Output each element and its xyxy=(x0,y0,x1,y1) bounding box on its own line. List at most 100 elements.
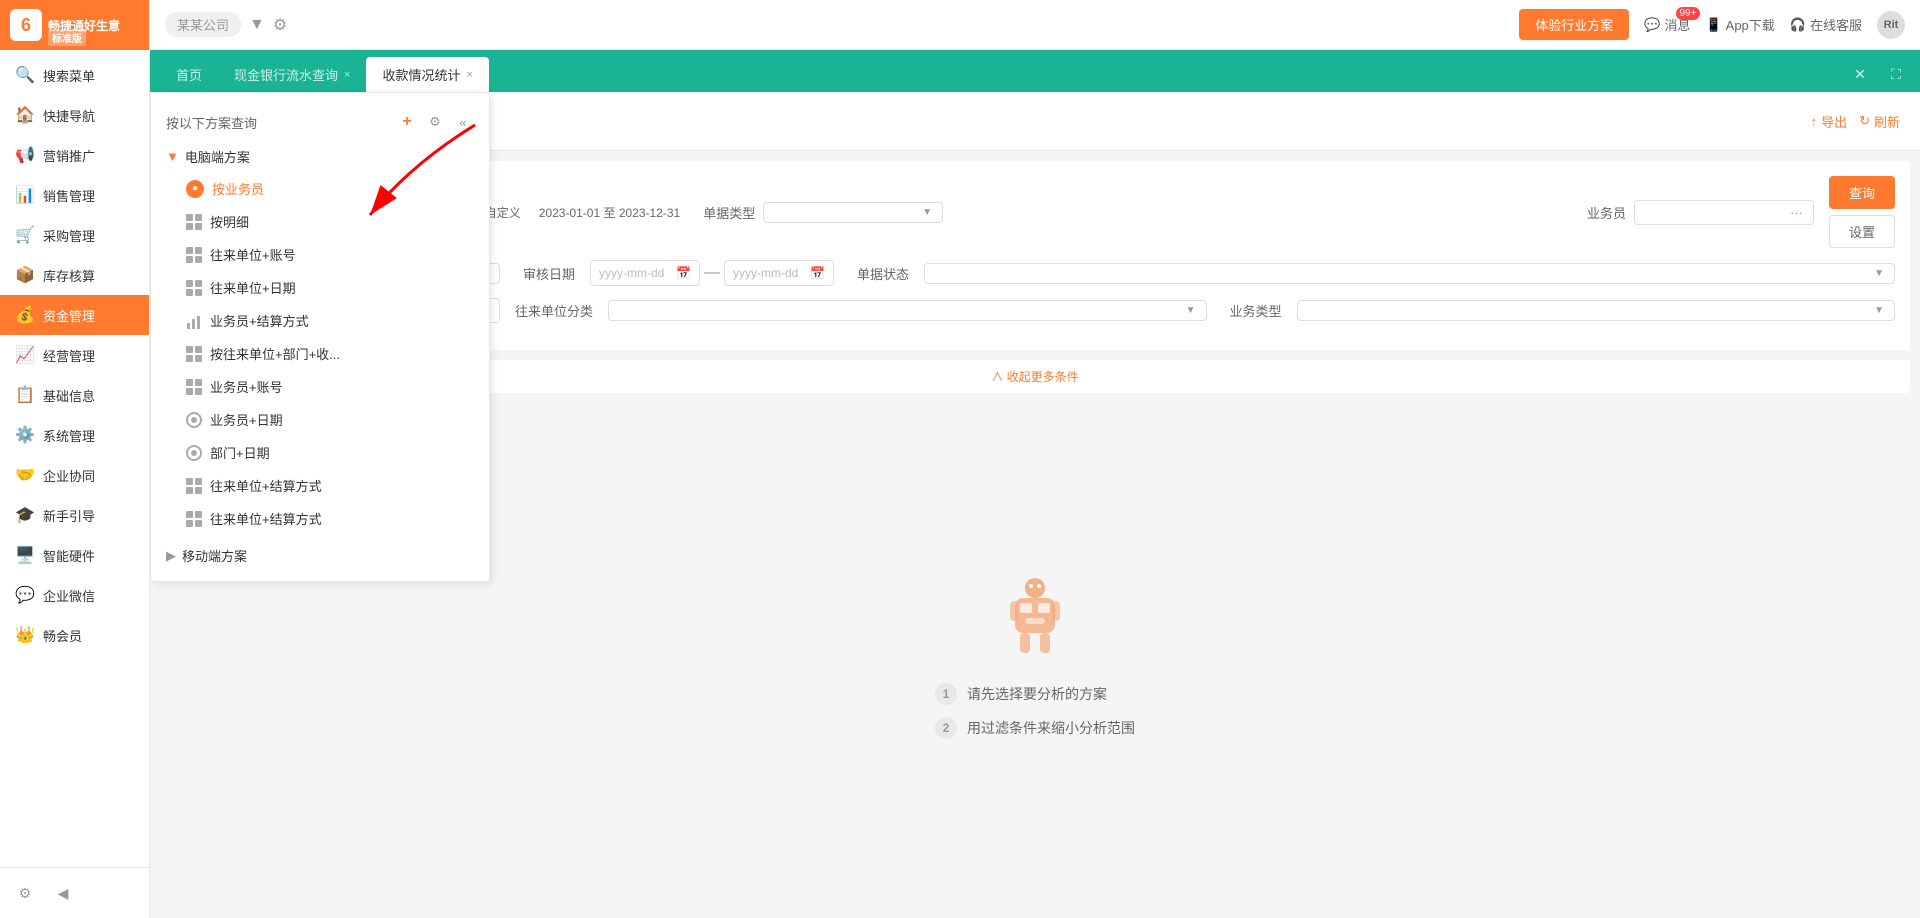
settings-icon[interactable]: ⚙ xyxy=(273,15,287,35)
sidebar-item-guide[interactable]: 🎓 新手引导 xyxy=(0,495,149,535)
nav-label-quick-nav: 快捷导航 xyxy=(43,106,95,125)
tab-collection[interactable]: 收款情况统计 × xyxy=(366,57,488,92)
scheme-icon-detail xyxy=(186,214,202,230)
salesperson-select[interactable]: ··· xyxy=(1634,200,1814,225)
scheme-partner-settlement-2[interactable]: 往来单位+结算方式 xyxy=(151,502,489,535)
sidebar-item-operations[interactable]: 📈 经营管理 xyxy=(0,335,149,375)
export-label: 导出 xyxy=(1821,112,1847,131)
scheme-partner-settlement-1[interactable]: 往来单位+结算方式 xyxy=(151,469,489,502)
online-service-btn[interactable]: 🎧 在线客服 xyxy=(1790,15,1862,34)
scheme-salesperson-account[interactable]: 业务员+账号 xyxy=(151,370,489,403)
review-date-from[interactable]: yyyy-mm-dd 📅 xyxy=(590,260,700,286)
sidebar-item-purchase[interactable]: 🛒 采购管理 xyxy=(0,215,149,255)
tab-bar: 首页 现金银行流水查询 × 收款情况统计 × ✕ ⛶ xyxy=(150,50,1920,92)
scheme-icon-salesperson: ● xyxy=(186,180,204,198)
sidebar-item-search[interactable]: 🔍 搜索菜单 xyxy=(0,55,149,95)
scheme-icon-dept-date xyxy=(186,445,202,461)
mobile-group-title[interactable]: ▶ 移动端方案 xyxy=(151,540,489,571)
action-buttons: 查询 设置 xyxy=(1829,176,1895,248)
collapse-scheme-btn[interactable]: « xyxy=(452,111,474,133)
sidebar-item-base-info[interactable]: 📋 基础信息 xyxy=(0,375,149,415)
scheme-icon-salesperson-settlement xyxy=(186,313,202,329)
sidebar-item-wechat[interactable]: 💬 企业微信 xyxy=(0,575,149,615)
export-btn[interactable]: ↑ 导出 xyxy=(1811,112,1848,131)
scheme-icon-salesperson-account xyxy=(186,379,202,395)
biz-type-select[interactable]: ▼ xyxy=(1297,300,1896,321)
nav-label-search: 搜索菜单 xyxy=(43,66,95,85)
scheme-salesperson-label: 按业务员 xyxy=(212,179,264,198)
sidebar-item-marketing[interactable]: 📢 营销推广 xyxy=(0,135,149,175)
tab-bank-flow-close[interactable]: × xyxy=(344,69,350,81)
add-scheme-btn[interactable]: + xyxy=(396,111,418,133)
tab-collection-close[interactable]: × xyxy=(466,69,472,81)
download-icon: 📱 xyxy=(1705,17,1721,33)
doc-status-label: 单据状态 xyxy=(849,264,909,283)
pc-group-label: 电脑端方案 xyxy=(185,147,250,166)
nav-icon-guide: 🎓 xyxy=(15,505,35,525)
service-icon: 🎧 xyxy=(1790,17,1806,33)
sidebar-item-sales[interactable]: 📊 销售管理 xyxy=(0,175,149,215)
breadcrumb: 某某公司 xyxy=(165,12,241,37)
collapse-label: ∧ 收起更多条件 xyxy=(991,370,1078,384)
online-service-label: 在线客服 xyxy=(1810,15,1862,34)
tab-bank-flow[interactable]: 现金银行流水查询 × xyxy=(218,57,366,92)
partner-category-arrow-icon: ▼ xyxy=(1186,305,1196,316)
pc-group-title[interactable]: ▼ 电脑端方案 xyxy=(151,141,489,172)
sidebar-item-hardware[interactable]: 🖥️ 智能硬件 xyxy=(0,535,149,575)
sidebar-bottom: ⚙ ◀ xyxy=(0,867,149,918)
scheme-salesperson-settlement[interactable]: 业务员+结算方式 xyxy=(151,304,489,337)
setting-btn[interactable]: 设置 xyxy=(1829,215,1895,248)
scheme-by-detail[interactable]: 按明细 xyxy=(151,205,489,238)
scheme-panel: 按以下方案查询 + ⚙ « ▼ 电脑端方案 ● 按业务员 xyxy=(150,92,490,582)
trial-btn[interactable]: 体验行业方案 xyxy=(1519,9,1629,40)
sidebar: 6 畅捷通好生意 标准版 🔍 搜索菜单 🏠 快捷导航 📢 营销推广 📊 销售管理… xyxy=(0,0,150,918)
scheme-by-salesperson[interactable]: ● 按业务员 xyxy=(151,172,489,205)
app-download-btn[interactable]: 📱 App下载 xyxy=(1705,15,1774,34)
doc-type-select[interactable]: ▼ xyxy=(763,202,943,223)
query-btn[interactable]: 查询 xyxy=(1829,176,1895,209)
nav-icon-sales: 📊 xyxy=(15,185,35,205)
close-window-btn[interactable]: ✕ xyxy=(1846,60,1874,88)
scheme-dept-date[interactable]: 部门+日期 xyxy=(151,436,489,469)
scheme-partner-date[interactable]: 往来单位+日期 xyxy=(151,271,489,304)
step-num-1: 1 xyxy=(935,683,957,705)
nav-icon-hardware: 🖥️ xyxy=(15,545,35,565)
user-avatar[interactable]: Rit xyxy=(1877,11,1905,39)
sidebar-item-member[interactable]: 👑 畅会员 xyxy=(0,615,149,655)
sidebar-item-inventory[interactable]: 📦 库存核算 xyxy=(0,255,149,295)
scheme-partner-settlement-2-label: 往来单位+结算方式 xyxy=(210,509,322,528)
export-icon: ↑ xyxy=(1811,114,1818,129)
expand-window-btn[interactable]: ⛶ xyxy=(1882,60,1910,88)
tab-home[interactable]: 首页 xyxy=(160,57,218,92)
collapse-sidebar-btn[interactable]: ◀ xyxy=(48,878,78,908)
empty-step-2: 2 用过滤条件来缩小分析范围 xyxy=(935,717,1135,739)
sidebar-item-enterprise[interactable]: 🤝 企业协同 xyxy=(0,455,149,495)
sidebar-item-quick-nav[interactable]: 🏠 快捷导航 xyxy=(0,95,149,135)
scheme-partner-dept[interactable]: 按往来单位+部门+收... xyxy=(151,337,489,370)
header-right: 体验行业方案 💬 消息 99+ 📱 App下载 🎧 在线客服 Rit xyxy=(1519,9,1905,40)
page-header-actions: ↑ 导出 ↻ 刷新 xyxy=(1811,112,1900,131)
scheme-salesperson-date[interactable]: 业务员+日期 xyxy=(151,403,489,436)
doc-type-label: 单据类型 xyxy=(695,203,755,222)
scheme-panel-title: 按以下方案查询 xyxy=(166,113,388,132)
nav-label-sales: 销售管理 xyxy=(43,186,95,205)
partner-category-select[interactable]: ▼ xyxy=(608,300,1207,321)
doc-status-select[interactable]: ▼ xyxy=(924,263,1895,284)
nav-label-guide: 新手引导 xyxy=(43,506,95,525)
refresh-btn[interactable]: ↻ 刷新 xyxy=(1859,112,1900,131)
app-logo: 6 畅捷通好生意 标准版 xyxy=(0,0,149,50)
nav-label-hardware: 智能硬件 xyxy=(43,546,95,565)
scheme-dept-date-label: 部门+日期 xyxy=(210,443,270,462)
scheme-icon-partner-account xyxy=(186,247,202,263)
main-wrapper: 某某公司 ▼ ⚙ 体验行业方案 💬 消息 99+ 📱 App下载 🎧 在线客服 xyxy=(150,0,1920,918)
scheme-partner-account[interactable]: 往来单位+账号 xyxy=(151,238,489,271)
date-separator: — xyxy=(704,264,720,282)
review-date-to[interactable]: yyyy-mm-dd 📅 xyxy=(724,260,834,286)
nav-label-inventory: 库存核算 xyxy=(43,266,95,285)
sidebar-item-system[interactable]: ⚙️ 系统管理 xyxy=(0,415,149,455)
scheme-settings-btn[interactable]: ⚙ xyxy=(424,111,446,133)
sidebar-item-finance[interactable]: 💰 资金管理 xyxy=(0,295,149,335)
settings-bottom-btn[interactable]: ⚙ xyxy=(10,878,40,908)
dropdown-arrow-icon[interactable]: ▼ xyxy=(249,16,265,34)
messages-btn[interactable]: 💬 消息 99+ xyxy=(1644,15,1690,34)
